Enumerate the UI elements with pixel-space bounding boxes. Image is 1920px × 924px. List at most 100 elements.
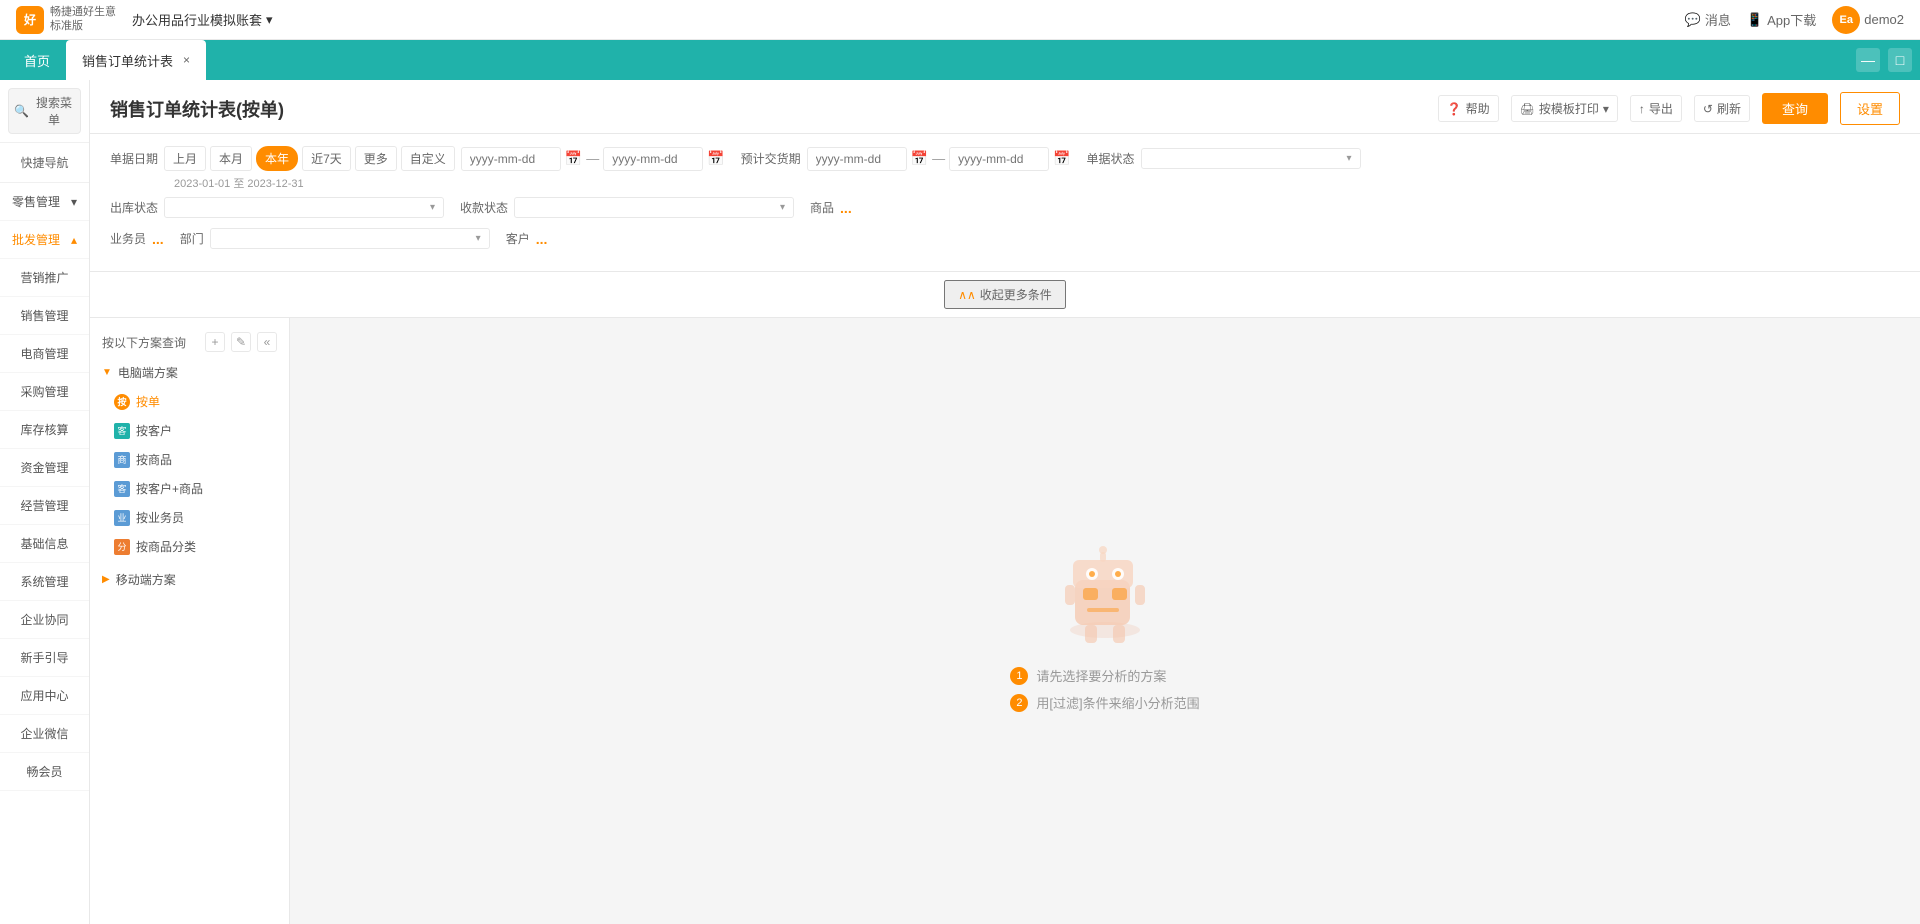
expected-date-start-input[interactable]: [807, 147, 907, 171]
scheme-item-by-category[interactable]: 分 按商品分类: [90, 532, 289, 561]
page-actions: ❓ 帮助 🖨 按模板打印 ▾ ↑ 导出 ↺ 刷新 查询 设置: [1438, 92, 1900, 125]
content-area: 销售订单统计表(按单) ❓ 帮助 🖨 按模板打印 ▾ ↑ 导出 ↺ 刷新: [90, 80, 1920, 924]
chevron-icon: ▾: [71, 195, 77, 209]
filter-customer: 客户 ...: [506, 230, 548, 247]
scheme-item-by-customer[interactable]: 客 按客户: [90, 416, 289, 445]
settings-button[interactable]: 设置: [1840, 92, 1900, 125]
calendar-icon-2[interactable]: 📅: [707, 150, 724, 167]
tab-maximize-button[interactable]: □: [1888, 48, 1912, 72]
goods-more-button[interactable]: ...: [840, 200, 852, 216]
quick-nav-button[interactable]: 快捷导航: [0, 149, 89, 176]
logo-icon: 好: [16, 6, 44, 34]
scheme-panel-header: 按以下方案查询 + ✎ «: [90, 326, 289, 358]
scheme-icon-goods: 商: [114, 452, 130, 468]
date-quick-buttons: 上月 本月 本年 近7天 更多 自定义: [164, 146, 455, 171]
top-bar-right: 💬 消息 📱 App下载 Ea demo2: [1685, 6, 1904, 34]
calendar-icon-4[interactable]: 📅: [1053, 150, 1070, 167]
search-icon: 🔍: [14, 104, 29, 118]
sidebar-item-marketing[interactable]: 营销推广: [0, 259, 89, 297]
filter-doc-date: 单据日期 上月 本月 本年 近7天 更多 自定义 📅 — 📅: [110, 146, 725, 171]
7days-button[interactable]: 近7天: [302, 146, 351, 171]
filter-department: 部门 ▾: [180, 228, 490, 249]
hint-num-1: 1: [1010, 667, 1028, 685]
empty-illustration: [1045, 530, 1165, 650]
sidebar-item-enterprise[interactable]: 企业协同: [0, 601, 89, 639]
expected-date-inputs: 📅 — 📅: [807, 147, 1071, 171]
message-button[interactable]: 💬 消息: [1685, 10, 1731, 29]
expected-date-end-input[interactable]: [949, 147, 1049, 171]
scheme-item-by-goods[interactable]: 商 按商品: [90, 445, 289, 474]
sidebar-item-operations[interactable]: 经营管理: [0, 487, 89, 525]
sidebar-item-wholesale[interactable]: 批发管理 ▴: [0, 221, 89, 259]
pc-group-header[interactable]: ▼ 电脑端方案: [90, 358, 289, 387]
print-button[interactable]: 🖨 按模板打印 ▾: [1511, 95, 1618, 122]
collapse-icon: ∧∧: [958, 288, 976, 302]
download-icon: 📱: [1747, 12, 1763, 28]
sidebar-item-appstore[interactable]: 应用中心: [0, 677, 89, 715]
filter-goods: 商品 ...: [810, 199, 852, 216]
sidebar-item-newbie[interactable]: 新手引导: [0, 639, 89, 677]
tab-close-icon[interactable]: ×: [183, 53, 190, 67]
customer-more-button[interactable]: ...: [536, 231, 548, 247]
user-menu[interactable]: Ea demo2: [1832, 6, 1904, 34]
sidebar-item-members[interactable]: 畅会员: [0, 753, 89, 791]
calendar-icon-3[interactable]: 📅: [911, 150, 928, 167]
sidebar-item-finance[interactable]: 资金管理: [0, 449, 89, 487]
salesperson-more-button[interactable]: ...: [152, 231, 164, 247]
date-start-input[interactable]: [461, 147, 561, 171]
sidebar-item-system[interactable]: 系统管理: [0, 563, 89, 601]
collapse-scheme-button[interactable]: «: [257, 332, 277, 352]
sidebar-item-retail[interactable]: 零售管理 ▾: [0, 183, 89, 221]
doc-status-select[interactable]: ▾: [1141, 148, 1361, 169]
sidebar-item-enterprise-wechat[interactable]: 企业微信: [0, 715, 89, 753]
payment-status-select[interactable]: ▾: [514, 197, 794, 218]
scheme-item-by-order[interactable]: 按 按单: [90, 387, 289, 416]
sidebar-item-sales[interactable]: 销售管理: [0, 297, 89, 335]
tab-bar: 首页 销售订单统计表 × — □: [0, 40, 1920, 80]
scheme-item-by-salesperson[interactable]: 业 按业务员: [90, 503, 289, 532]
sidebar-item-basic[interactable]: 基础信息: [0, 525, 89, 563]
this-year-button[interactable]: 本年: [256, 146, 298, 171]
calendar-icon[interactable]: 📅: [565, 150, 582, 167]
goods-label: 商品: [810, 199, 834, 216]
tab-minimize-button[interactable]: —: [1856, 48, 1880, 72]
chevron-down-icon: ▾: [1347, 153, 1352, 164]
page-title: 销售订单统计表(按单): [110, 96, 284, 122]
collapse-filter-button[interactable]: ∧∧ 收起更多条件: [944, 280, 1066, 309]
this-month-button[interactable]: 本月: [210, 146, 252, 171]
company-dropdown[interactable]: 办公用品行业模拟账套 ▾: [124, 6, 281, 33]
refresh-icon: ↺: [1703, 102, 1713, 116]
export-button[interactable]: ↑ 导出: [1630, 95, 1682, 122]
app-download-button[interactable]: 📱 App下载: [1747, 10, 1816, 29]
sidebar-item-inventory[interactable]: 库存核算: [0, 411, 89, 449]
date-end-input[interactable]: [603, 147, 703, 171]
refresh-button[interactable]: ↺ 刷新: [1694, 95, 1750, 122]
department-select[interactable]: ▾: [210, 228, 490, 249]
ship-status-select[interactable]: ▾: [164, 197, 444, 218]
tab-sales-order-stat[interactable]: 销售订单统计表 ×: [66, 40, 206, 80]
collapse-bar: ∧∧ 收起更多条件: [90, 272, 1920, 318]
scheme-item-by-customer-goods[interactable]: 客 按客户+商品: [90, 474, 289, 503]
add-scheme-button[interactable]: +: [205, 332, 225, 352]
scheme-panel-tools: + ✎ «: [205, 332, 277, 352]
mobile-group-header[interactable]: ▶ 移动端方案: [90, 565, 289, 594]
scheme-icon-circle: 按: [114, 394, 130, 410]
filter-payment-status: 收款状态 ▾: [460, 197, 794, 218]
print-icon: 🖨: [1520, 102, 1535, 116]
chevron-down-icon: ▾: [266, 12, 273, 28]
custom-date-button[interactable]: 自定义: [401, 146, 455, 171]
tab-home[interactable]: 首页: [8, 40, 66, 80]
triangle-down-icon: ▼: [102, 367, 112, 378]
query-button[interactable]: 查询: [1762, 93, 1828, 124]
salesperson-label: 业务员: [110, 230, 146, 247]
chevron-down-icon: ▾: [476, 233, 481, 244]
sidebar-item-ecommerce[interactable]: 电商管理: [0, 335, 89, 373]
help-button[interactable]: ❓ 帮助: [1438, 95, 1499, 122]
search-menu-button[interactable]: 🔍 搜索菜单: [8, 88, 81, 134]
prev-month-button[interactable]: 上月: [164, 146, 206, 171]
edit-scheme-button[interactable]: ✎: [231, 332, 251, 352]
more-date-button[interactable]: 更多: [355, 146, 397, 171]
chevron-down-icon: ▾: [430, 202, 435, 213]
sidebar-item-purchase[interactable]: 采购管理: [0, 373, 89, 411]
date-range-display: 2023-01-01 至 2023-12-31: [174, 178, 304, 190]
